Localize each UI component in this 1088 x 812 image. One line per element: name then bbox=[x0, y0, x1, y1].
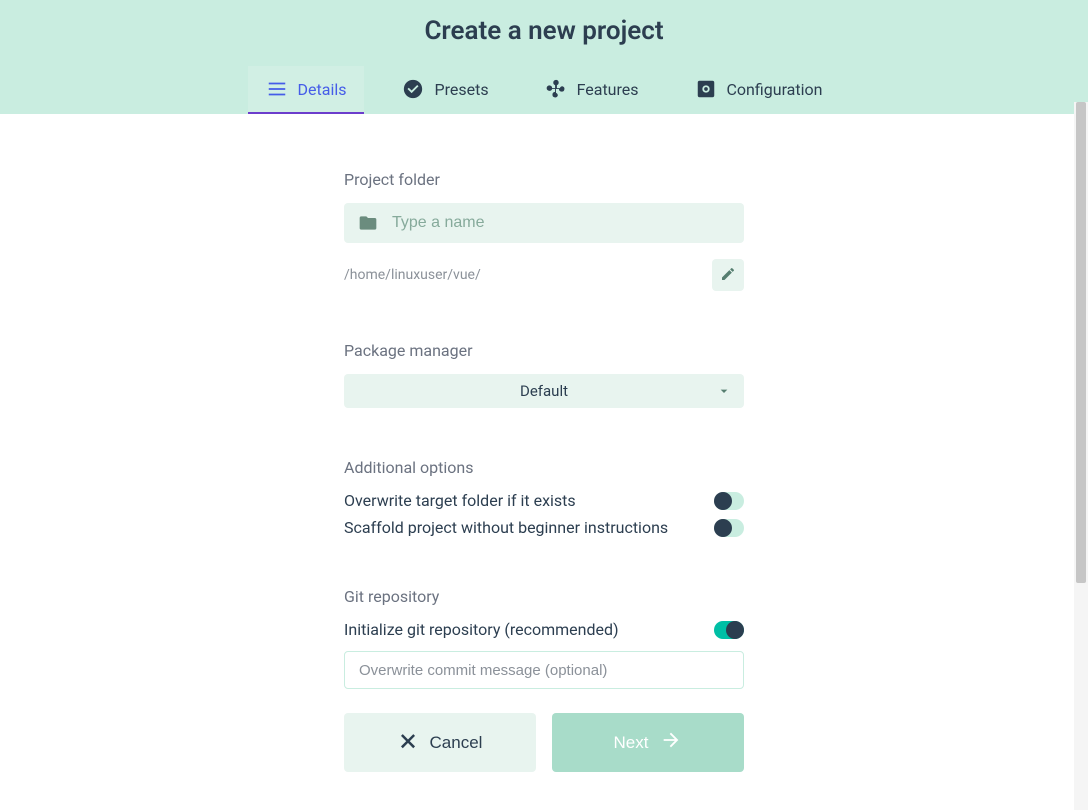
section-title: Additional options bbox=[344, 458, 744, 477]
tab-label: Features bbox=[577, 80, 639, 99]
pencil-icon bbox=[720, 266, 736, 285]
folder-icon bbox=[358, 213, 378, 233]
toggle-scaffold[interactable] bbox=[714, 519, 744, 537]
cancel-button[interactable]: Cancel bbox=[344, 713, 536, 772]
header: Create a new project Details Presets Fea… bbox=[0, 0, 1088, 114]
tab-features[interactable]: Features bbox=[527, 66, 657, 114]
project-name-input-wrap[interactable] bbox=[344, 203, 744, 243]
project-name-input[interactable] bbox=[390, 213, 730, 233]
option-label: Initialize git repository (recommended) bbox=[344, 620, 619, 639]
commit-message-input[interactable] bbox=[357, 661, 731, 680]
tab-label: Configuration bbox=[727, 80, 823, 99]
option-overwrite-row: Overwrite target folder if it exists bbox=[344, 491, 744, 510]
arrow-right-icon bbox=[660, 729, 682, 756]
toggle-overwrite[interactable] bbox=[714, 492, 744, 510]
list-icon bbox=[266, 78, 288, 100]
scrollbar[interactable] bbox=[1074, 102, 1088, 810]
scrollbar-thumb[interactable] bbox=[1076, 102, 1086, 583]
chevron-down-icon bbox=[716, 383, 732, 399]
content: Project folder /home/linuxuser/vue/ Pack… bbox=[344, 114, 744, 812]
edit-path-button[interactable] bbox=[712, 259, 744, 291]
tab-presets[interactable]: Presets bbox=[384, 66, 506, 114]
package-manager-select[interactable]: Default bbox=[344, 374, 744, 408]
git-init-row: Initialize git repository (recommended) bbox=[344, 620, 744, 639]
commit-input-wrap[interactable] bbox=[344, 651, 744, 689]
tabs: Details Presets Features Configuration bbox=[0, 66, 1088, 114]
footer-buttons: Cancel Next bbox=[344, 713, 744, 772]
section-title: Package manager bbox=[344, 341, 744, 360]
section-title: Git repository bbox=[344, 587, 744, 606]
project-folder-section: Project folder /home/linuxuser/vue/ bbox=[344, 170, 744, 291]
package-manager-section: Package manager Default bbox=[344, 341, 744, 408]
button-label: Next bbox=[614, 733, 649, 753]
toggle-git-init[interactable] bbox=[714, 621, 744, 639]
button-label: Cancel bbox=[430, 733, 483, 753]
tab-label: Details bbox=[298, 80, 347, 99]
hub-icon bbox=[545, 78, 567, 100]
select-value: Default bbox=[358, 382, 730, 400]
option-label: Scaffold project without beginner instru… bbox=[344, 518, 668, 537]
section-title: Project folder bbox=[344, 170, 744, 189]
tab-configuration[interactable]: Configuration bbox=[677, 66, 841, 114]
project-path: /home/linuxuser/vue/ bbox=[344, 267, 702, 283]
settings-app-icon bbox=[695, 78, 717, 100]
git-section: Git repository Initialize git repository… bbox=[344, 587, 744, 689]
option-label: Overwrite target folder if it exists bbox=[344, 491, 576, 510]
next-button[interactable]: Next bbox=[552, 713, 744, 772]
option-scaffold-row: Scaffold project without beginner instru… bbox=[344, 518, 744, 537]
tab-details[interactable]: Details bbox=[248, 66, 365, 114]
page-title: Create a new project bbox=[0, 16, 1088, 66]
check-circle-icon bbox=[402, 78, 424, 100]
tab-label: Presets bbox=[434, 80, 488, 99]
project-path-row: /home/linuxuser/vue/ bbox=[344, 259, 744, 291]
close-icon bbox=[398, 730, 418, 755]
additional-options-section: Additional options Overwrite target fold… bbox=[344, 458, 744, 537]
